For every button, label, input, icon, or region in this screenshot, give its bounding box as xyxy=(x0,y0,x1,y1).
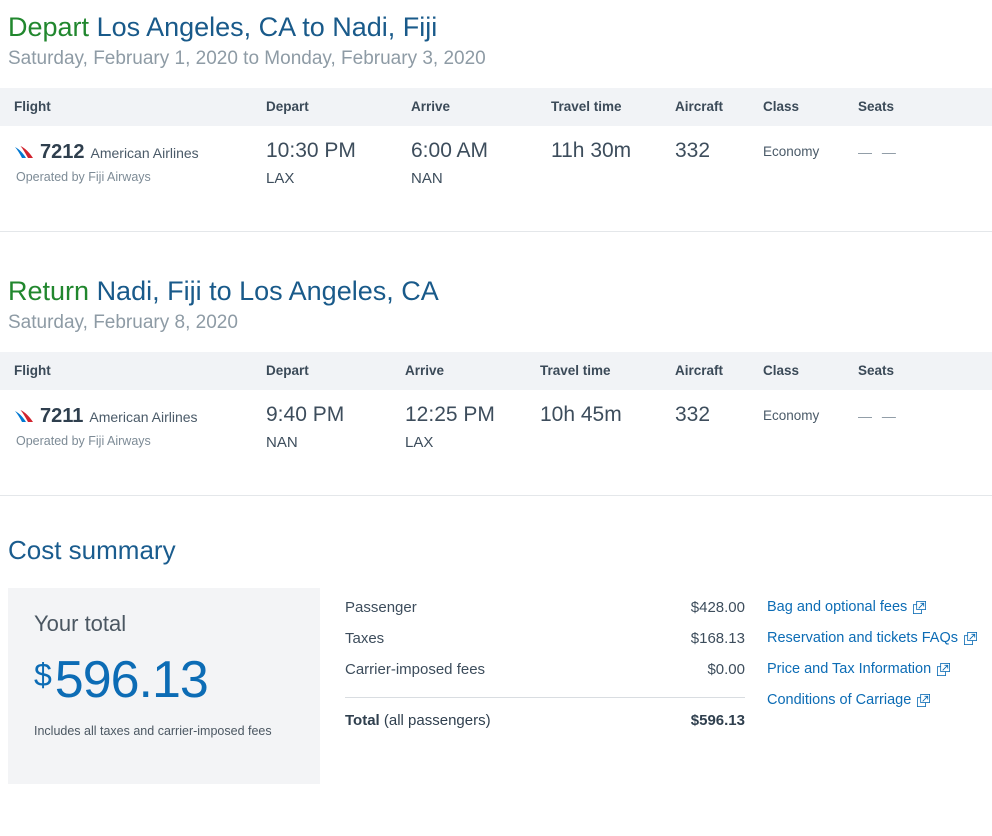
column-header-aircraft: Aircraft xyxy=(675,99,724,114)
your-total-panel: Your total $ 596.13 Includes all taxes a… xyxy=(8,588,320,784)
link-label: Price and Tax Information xyxy=(767,661,932,677)
depart-arrival-airport: NAN xyxy=(411,170,443,187)
fee-total-label-bold: Total xyxy=(345,712,380,729)
fee-label: Carrier-imposed fees xyxy=(345,661,486,678)
depart-section: Depart Los Angeles, CA to Nadi, Fiji Sat… xyxy=(0,0,992,222)
depart-dates: Saturday, February 1, 2020 to Monday, Fe… xyxy=(8,48,486,69)
american-airlines-logo-icon xyxy=(15,146,33,158)
link-reservation-and-tickets-faqs[interactable]: Reservation and tickets FAQs xyxy=(767,623,977,654)
fee-row: Passenger $428.00 xyxy=(345,592,745,623)
depart-departure-time: 10:30 PM xyxy=(266,139,356,162)
fee-value: $168.13 xyxy=(690,630,745,647)
depart-heading-lead: Depart xyxy=(8,12,90,42)
return-flight-number: 7211 xyxy=(40,405,84,427)
fee-total-row: Total (all passengers) $596.13 xyxy=(345,708,745,734)
return-flight-row: 7211 American Airlines Operated by Fiji … xyxy=(0,390,992,486)
column-header-class: Class xyxy=(763,99,800,114)
cost-summary-links: Bag and optional fees Reservation and ti… xyxy=(767,588,977,784)
depart-heading: Depart Los Angeles, CA to Nadi, Fiji xyxy=(0,10,992,44)
return-departure-airport: NAN xyxy=(266,434,298,451)
depart-flight-number: 7212 xyxy=(40,141,85,163)
fee-label: Taxes xyxy=(345,630,385,647)
return-heading-lead: Return xyxy=(8,276,90,306)
fee-total-value: $596.13 xyxy=(690,712,745,729)
link-price-and-tax-information[interactable]: Price and Tax Information xyxy=(767,654,977,685)
cost-summary-title: Cost summary xyxy=(8,535,176,565)
column-header-arrive: Arrive xyxy=(405,363,445,378)
depart-departure-cell: 10:30 PM LAX xyxy=(266,138,356,190)
depart-aircraft: 332 xyxy=(675,139,711,162)
column-header-depart: Depart xyxy=(266,363,309,378)
return-table-header: Flight Depart Arrive Travel time Aircraf… xyxy=(0,352,992,390)
link-label: Conditions of Carriage xyxy=(767,692,912,708)
column-header-arrive: Arrive xyxy=(411,99,451,114)
external-link-icon xyxy=(913,601,927,614)
external-link-icon xyxy=(964,632,977,645)
return-flight-table: Flight Depart Arrive Travel time Aircraf… xyxy=(0,352,992,486)
return-operated-by: Operated by Fiji Airways xyxy=(16,434,151,448)
column-header-travel-time: Travel time xyxy=(540,363,611,378)
link-label: Bag and optional fees xyxy=(767,599,908,615)
link-bag-and-optional-fees[interactable]: Bag and optional fees xyxy=(767,592,977,623)
fee-total-divider xyxy=(345,697,745,698)
return-aircraft: 332 xyxy=(675,403,711,426)
return-dates: Saturday, February 8, 2020 xyxy=(8,312,238,333)
your-total-amount: $ 596.13 xyxy=(34,652,320,708)
return-carrier-name: American Airlines xyxy=(89,409,198,425)
fee-total-label-rest: (all passengers) xyxy=(379,712,491,729)
return-arrival-cell: 12:25 PM LAX xyxy=(405,402,495,454)
fee-row: Taxes $168.13 xyxy=(345,623,745,654)
return-arrival-time: 12:25 PM xyxy=(405,403,495,426)
depart-departure-airport: LAX xyxy=(266,170,295,187)
depart-cabin-class: Economy xyxy=(763,144,820,159)
column-header-seats: Seats xyxy=(858,99,895,114)
return-cabin-class: Economy xyxy=(763,408,820,423)
external-link-icon xyxy=(937,663,951,676)
column-header-depart: Depart xyxy=(266,99,309,114)
return-travel-time: 10h 45m xyxy=(540,403,622,426)
depart-flight-row: 7212 American Airlines Operated by Fiji … xyxy=(0,126,992,222)
return-seats: — — xyxy=(858,408,899,424)
depart-seats: — — xyxy=(858,144,899,160)
your-total-note: Includes all taxes and carrier-imposed f… xyxy=(34,724,272,738)
depart-travel-time: 11h 30m xyxy=(551,139,632,162)
depart-table-header: Flight Depart Arrive Travel time Aircraf… xyxy=(0,88,992,126)
external-link-icon xyxy=(917,694,931,707)
return-arrival-airport: LAX xyxy=(405,434,434,451)
depart-operated-by: Operated by Fiji Airways xyxy=(16,170,151,184)
column-header-seats: Seats xyxy=(858,363,895,378)
depart-heading-route: Los Angeles, CA to Nadi, Fiji xyxy=(96,12,438,42)
column-header-class: Class xyxy=(763,363,800,378)
currency-symbol: $ xyxy=(34,657,52,693)
fee-row: Carrier-imposed fees $0.00 xyxy=(345,654,745,685)
depart-arrival-time: 6:00 AM xyxy=(411,139,489,162)
depart-arrival-cell: 6:00 AM NAN xyxy=(411,138,488,190)
return-section: Return Nadi, Fiji to Los Angeles, CA Sat… xyxy=(0,232,992,486)
return-departure-time: 9:40 PM xyxy=(266,403,345,426)
return-flight-info: 7211 American Airlines Operated by Fiji … xyxy=(14,404,198,448)
american-airlines-logo-icon xyxy=(15,410,33,422)
column-header-flight: Flight xyxy=(14,99,51,114)
depart-flight-info: 7212 American Airlines Operated by Fiji … xyxy=(14,140,199,184)
fee-breakdown: Passenger $428.00 Taxes $168.13 Carrier-… xyxy=(345,588,745,784)
return-departure-cell: 9:40 PM NAN xyxy=(266,402,344,454)
depart-flight-table: Flight Depart Arrive Travel time Aircraf… xyxy=(0,88,992,222)
fee-value: $0.00 xyxy=(707,661,745,678)
return-heading: Return Nadi, Fiji to Los Angeles, CA xyxy=(0,274,992,308)
column-header-flight: Flight xyxy=(14,363,51,378)
cost-summary-section: Cost summary Your total $ 596.13 Include… xyxy=(0,496,992,784)
total-amount-value: 596.13 xyxy=(54,651,209,709)
fee-value: $428.00 xyxy=(690,599,745,616)
column-header-aircraft: Aircraft xyxy=(675,363,724,378)
column-header-travel-time: Travel time xyxy=(551,99,622,114)
depart-carrier-name: American Airlines xyxy=(90,145,199,161)
return-heading-route: Nadi, Fiji to Los Angeles, CA xyxy=(96,276,439,306)
your-total-label: Your total xyxy=(34,611,127,636)
link-conditions-of-carriage[interactable]: Conditions of Carriage xyxy=(767,685,977,716)
link-label: Reservation and tickets FAQs xyxy=(767,630,958,646)
fee-label: Passenger xyxy=(345,599,417,616)
fee-total-label: Total (all passengers) xyxy=(345,708,491,734)
